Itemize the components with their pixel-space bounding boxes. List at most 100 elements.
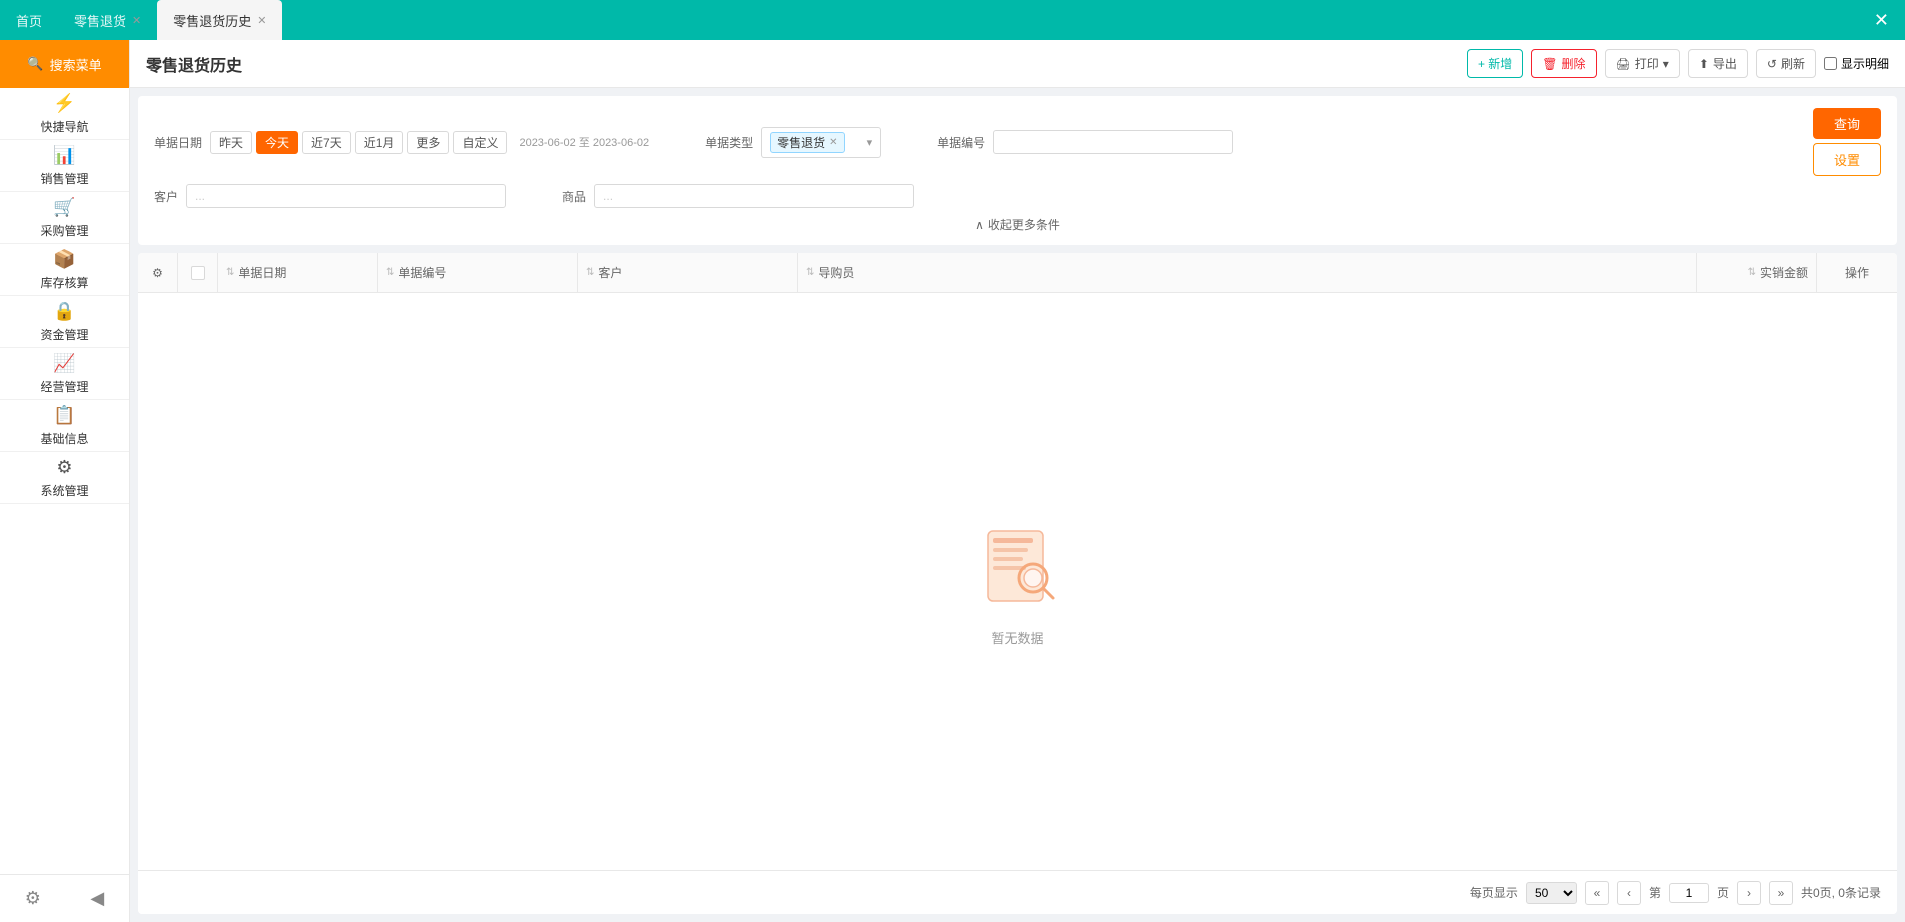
print-label: 打印	[1635, 55, 1659, 72]
sidebar-volume-icon[interactable]: ◀	[90, 888, 104, 909]
show-detail-checkbox[interactable]	[1824, 57, 1837, 70]
sidebar-search-label: 搜索菜单	[50, 55, 102, 74]
query-button[interactable]: 查询	[1813, 108, 1881, 139]
th-customer-sort-icon[interactable]: ⇅	[586, 267, 594, 278]
th-amount-sort-icon[interactable]: ⇅	[1748, 267, 1756, 278]
customer-label: 客户	[154, 188, 178, 205]
sidebar-item-quick-nav[interactable]: ⚡ 快捷导航	[0, 88, 129, 140]
doc-type-tag-remove[interactable]: ✕	[829, 137, 837, 148]
sidebar-item-ops[interactable]: 📈 经营管理	[0, 348, 129, 400]
sidebar-item-sales-label: 销售管理	[40, 170, 88, 187]
new-button[interactable]: + 新增	[1467, 49, 1523, 78]
page-unit: 页	[1717, 884, 1729, 901]
purchase-mgmt-icon: 🛒	[53, 197, 75, 218]
tab-home[interactable]: 首页	[0, 0, 58, 40]
date-buttons: 昨天 今天 近7天 近1月 更多 自定义	[210, 131, 507, 154]
th-customer-label: 客户	[598, 264, 622, 281]
export-button[interactable]: ⬆ 导出	[1688, 49, 1748, 78]
th-date-label: 单据日期	[238, 264, 286, 281]
refresh-icon: ↺	[1767, 57, 1777, 71]
page-title: 零售退货历史	[146, 52, 1467, 76]
per-page-select[interactable]: 50 100 200	[1526, 882, 1577, 904]
customer-filter-group: 客户 ...	[154, 184, 506, 208]
date-btn-yesterday[interactable]: 昨天	[210, 131, 252, 154]
sidebar-item-inventory[interactable]: 📦 库存核算	[0, 244, 129, 296]
empty-illustration	[968, 516, 1068, 616]
sidebar-item-sales-mgmt[interactable]: 📊 销售管理	[0, 140, 129, 192]
tab-retail-return[interactable]: 零售退货 ✕	[58, 0, 157, 40]
sidebar-item-purchase-label: 采购管理	[40, 222, 88, 239]
export-icon: ⬆	[1699, 57, 1709, 71]
settings-button[interactable]: 设置	[1813, 143, 1881, 176]
content-area: 零售退货历史 + 新增 🗑 删除 🖨 打印 ▾ ⬆ 导出 ↺	[130, 40, 1905, 922]
quick-nav-icon: ⚡	[53, 93, 75, 114]
th-date-sort-icon[interactable]: ⇅	[226, 267, 234, 278]
sidebar-item-purchase-mgmt[interactable]: 🛒 采购管理	[0, 192, 129, 244]
date-btn-more[interactable]: 更多	[407, 131, 449, 154]
goods-input[interactable]: ...	[594, 184, 914, 208]
date-range-display: 2023-06-02 至 2023-06-02	[519, 134, 649, 150]
print-icon: 🖨	[1616, 57, 1631, 71]
sidebar-item-quick-nav-label: 快捷导航	[40, 118, 88, 135]
sidebar: 🔍 搜索菜单 ⚡ 快捷导航 📊 销售管理 🛒 采购管理 📦 库存核算 🔒 资金管…	[0, 40, 130, 922]
top-bar: 首页 零售退货 ✕ 零售退货历史 ✕ ✕	[0, 0, 1905, 40]
query-settings-group: 查询 设置	[1813, 108, 1881, 176]
empty-text: 暂无数据	[991, 628, 1043, 647]
sidebar-item-basic-info[interactable]: 📋 基础信息	[0, 400, 129, 452]
doc-num-filter-group: 单据编号	[937, 130, 1233, 154]
main-layout: 🔍 搜索菜单 ⚡ 快捷导航 📊 销售管理 🛒 采购管理 📦 库存核算 🔒 资金管…	[0, 40, 1905, 922]
th-guide-sort-icon[interactable]: ⇅	[806, 267, 814, 278]
collapse-button[interactable]: ∧ 收起更多条件	[154, 216, 1881, 233]
doc-num-input[interactable]	[993, 130, 1233, 154]
sys-mgmt-icon: ⚙	[56, 457, 72, 478]
last-page-button[interactable]: »	[1769, 881, 1793, 905]
next-page-button[interactable]: ›	[1737, 881, 1761, 905]
print-dropdown-icon: ▾	[1663, 57, 1669, 71]
tab-retail-return-history[interactable]: 零售退货历史 ✕	[157, 0, 282, 40]
tab-retail-return-history-close[interactable]: ✕	[257, 14, 266, 27]
search-icon: 🔍	[27, 56, 43, 72]
sidebar-settings-icon[interactable]: ⚙	[25, 888, 41, 909]
customer-input[interactable]: ...	[186, 184, 506, 208]
first-page-button[interactable]: «	[1585, 881, 1609, 905]
th-customer: ⇅ 客户	[578, 253, 798, 292]
date-btn-last7[interactable]: 近7天	[302, 131, 351, 154]
delete-button[interactable]: 🗑 删除	[1531, 49, 1596, 78]
th-guide-label: 导购员	[818, 264, 854, 281]
refresh-button[interactable]: ↺ 刷新	[1756, 49, 1816, 78]
sidebar-item-inventory-label: 库存核算	[40, 274, 88, 291]
window-close-button[interactable]: ✕	[1874, 10, 1889, 31]
basic-info-icon: 📋	[53, 405, 75, 426]
sidebar-item-basic-label: 基础信息	[40, 430, 88, 447]
th-num-label: 单据编号	[398, 264, 446, 281]
th-date: ⇅ 单据日期	[218, 253, 378, 292]
prev-page-button[interactable]: ‹	[1617, 881, 1641, 905]
th-settings[interactable]: ⚙	[138, 253, 178, 292]
th-num-sort-icon[interactable]: ⇅	[386, 267, 394, 278]
goods-filter-group: 商品 ...	[562, 184, 914, 208]
sidebar-search[interactable]: 🔍 搜索菜单	[0, 40, 129, 88]
th-checkbox[interactable]	[178, 253, 218, 292]
header-checkbox[interactable]	[191, 266, 205, 280]
sidebar-item-finance-label: 资金管理	[40, 326, 88, 343]
doc-type-select[interactable]: 零售退货 ✕ ▾	[761, 127, 881, 158]
pagination: 每页显示 50 100 200 « ‹ 第 1 页 › » 共0页, 0条记录	[138, 870, 1897, 914]
print-button[interactable]: 🖨 打印 ▾	[1605, 49, 1680, 78]
page-number-input[interactable]: 1	[1669, 883, 1709, 903]
show-detail-toggle[interactable]: 显示明细	[1824, 55, 1889, 72]
sidebar-item-ops-label: 经营管理	[40, 378, 88, 395]
date-btn-today[interactable]: 今天	[256, 131, 298, 154]
empty-state: 暂无数据	[138, 293, 1897, 870]
page-header: 零售退货历史 + 新增 🗑 删除 🖨 打印 ▾ ⬆ 导出 ↺	[130, 40, 1905, 88]
sidebar-item-sys-mgmt[interactable]: ⚙ 系统管理	[0, 452, 129, 504]
tab-list: 首页 零售退货 ✕ 零售退货历史 ✕	[0, 0, 1874, 40]
refresh-label: 刷新	[1781, 55, 1805, 72]
inventory-icon: 📦	[53, 249, 75, 270]
sidebar-item-finance[interactable]: 🔒 资金管理	[0, 296, 129, 348]
tab-retail-return-close[interactable]: ✕	[132, 14, 141, 27]
page-label: 第	[1649, 884, 1661, 901]
sidebar-item-sys-label: 系统管理	[40, 482, 88, 499]
filter-row-1: 单据日期 昨天 今天 近7天 近1月 更多 自定义 2023-06-02 至 2…	[154, 108, 1881, 176]
date-btn-last1m[interactable]: 近1月	[355, 131, 404, 154]
date-btn-custom[interactable]: 自定义	[453, 131, 507, 154]
